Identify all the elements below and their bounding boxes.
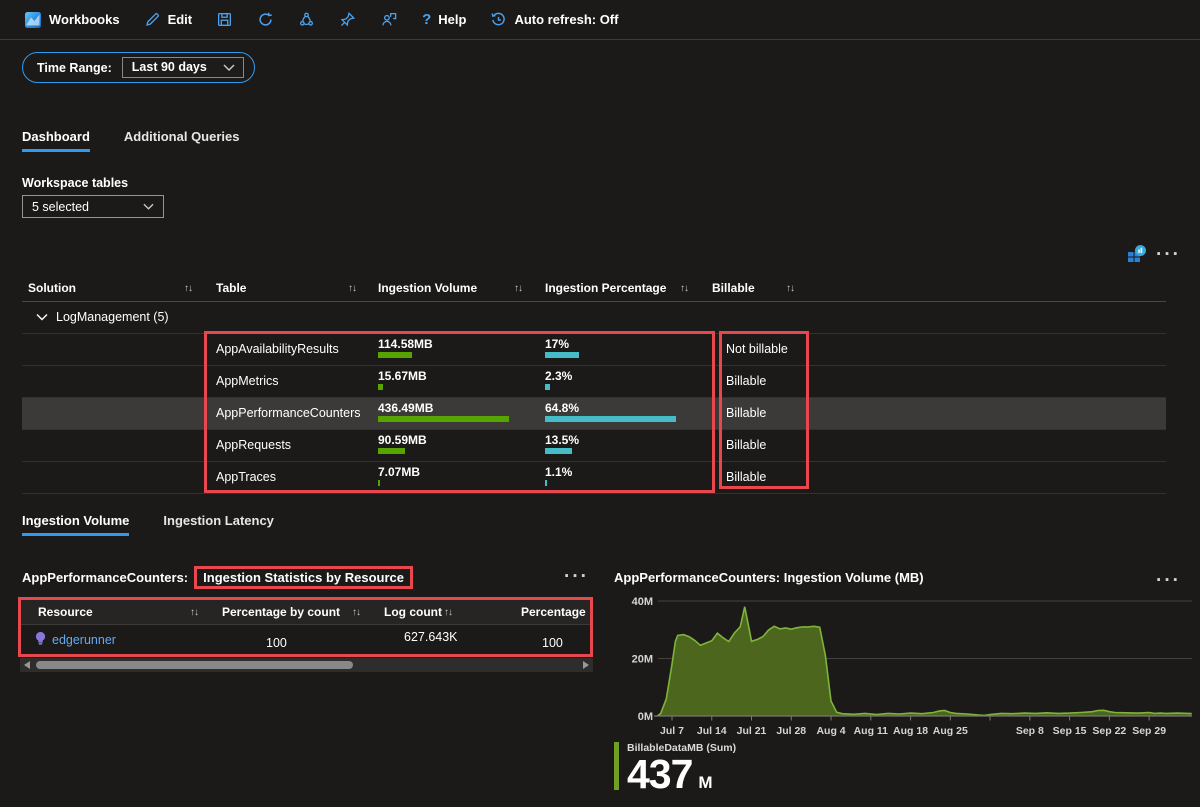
auto-refresh-label: Auto refresh: Off bbox=[514, 12, 618, 27]
column-header-solution[interactable]: Solution bbox=[28, 281, 76, 295]
horizontal-scrollbar[interactable] bbox=[20, 658, 593, 672]
resource-panel-title-prefix: AppPerformanceCounters: bbox=[22, 570, 188, 585]
resource-panel-title-highlighted: Ingestion Statistics by Resource bbox=[194, 566, 413, 589]
svg-text:Sep 29: Sep 29 bbox=[1132, 725, 1166, 737]
group-label: LogManagement (5) bbox=[56, 310, 169, 324]
svg-text:Jul 14: Jul 14 bbox=[697, 725, 727, 737]
person-icon bbox=[380, 11, 398, 28]
grid-menu-ellipsis[interactable]: ··· bbox=[1156, 250, 1181, 260]
svg-text:Sep 22: Sep 22 bbox=[1092, 725, 1126, 737]
svg-text:Aug 25: Aug 25 bbox=[933, 725, 968, 737]
annotation-box-table-columns bbox=[204, 331, 715, 493]
refresh-icon bbox=[257, 11, 274, 28]
group-row-logmanagement[interactable]: LogManagement (5) bbox=[36, 310, 169, 324]
workspace-tables-label: Workspace tables bbox=[22, 176, 128, 190]
scrollbar-thumb[interactable] bbox=[36, 661, 353, 669]
workbooks-gallery-button[interactable]: Workbooks bbox=[24, 11, 120, 29]
workbooks-logo-icon bbox=[24, 11, 42, 29]
chevron-down-icon bbox=[36, 313, 48, 321]
svg-text:Aug 4: Aug 4 bbox=[816, 725, 845, 737]
workbooks-label: Workbooks bbox=[49, 12, 120, 27]
sort-icon[interactable]: ↑↓ bbox=[514, 283, 522, 294]
tab-additional-queries[interactable]: Additional Queries bbox=[124, 129, 240, 152]
svg-text:Jul 28: Jul 28 bbox=[776, 725, 806, 737]
chart-panel-ellipsis[interactable]: ··· bbox=[1156, 576, 1181, 586]
share-nodes-button[interactable] bbox=[298, 11, 315, 28]
feedback-button[interactable] bbox=[380, 11, 398, 28]
svg-text:Jul 21: Jul 21 bbox=[737, 725, 767, 737]
svg-text:Sep 15: Sep 15 bbox=[1053, 725, 1087, 737]
svg-text:Jul 7: Jul 7 bbox=[660, 725, 684, 737]
edit-button[interactable]: Edit bbox=[144, 11, 193, 28]
top-tabs: Dashboard Additional Queries bbox=[22, 129, 239, 152]
header-divider bbox=[22, 301, 1166, 302]
chevron-down-icon bbox=[143, 203, 154, 210]
tab-dashboard[interactable]: Dashboard bbox=[22, 129, 90, 152]
save-icon bbox=[216, 11, 233, 28]
svg-text:40M: 40M bbox=[632, 596, 653, 608]
help-button[interactable]: ? Help bbox=[422, 11, 466, 28]
svg-text:0M: 0M bbox=[638, 711, 653, 723]
legend-total-value: 437 bbox=[627, 755, 692, 794]
pencil-icon bbox=[144, 11, 161, 28]
resource-panel-ellipsis[interactable]: ··· bbox=[564, 572, 589, 582]
pin-icon bbox=[339, 11, 356, 28]
nodes-icon bbox=[298, 11, 315, 28]
chevron-down-icon bbox=[223, 64, 235, 71]
workspace-tables-dropdown[interactable]: 5 selected bbox=[22, 195, 164, 218]
time-range-pill: Time Range: Last 90 days bbox=[22, 52, 255, 83]
chart-legend[interactable]: BillableDataMB (Sum) 437 M bbox=[614, 742, 736, 794]
workspace-tables-value: 5 selected bbox=[32, 200, 89, 214]
tab-ingestion-latency[interactable]: Ingestion Latency bbox=[163, 513, 274, 536]
svg-text:20M: 20M bbox=[632, 654, 653, 666]
svg-text:Aug 18: Aug 18 bbox=[893, 725, 928, 737]
column-header-table[interactable]: Table bbox=[216, 281, 246, 295]
chart-panel-title: AppPerformanceCounters: Ingestion Volume… bbox=[614, 570, 924, 585]
legend-total-unit: M bbox=[698, 773, 712, 793]
time-range-dropdown[interactable]: Last 90 days bbox=[122, 57, 244, 78]
help-label: Help bbox=[438, 12, 466, 27]
toolbar: Workbooks Edit bbox=[0, 0, 1200, 40]
edit-label: Edit bbox=[168, 12, 193, 27]
annotation-box-billable-column bbox=[719, 331, 809, 489]
time-range-value: Last 90 days bbox=[132, 60, 207, 74]
workbook-chart-mini-icon[interactable] bbox=[1126, 244, 1148, 269]
column-header-billable[interactable]: Billable bbox=[712, 281, 755, 295]
auto-refresh-button[interactable]: Auto refresh: Off bbox=[490, 11, 618, 28]
sort-icon[interactable]: ↑↓ bbox=[680, 283, 688, 294]
sort-icon[interactable]: ↑↓ bbox=[348, 283, 356, 294]
scroll-right-arrow-icon[interactable] bbox=[583, 661, 589, 669]
sub-tabs: Ingestion Volume Ingestion Latency bbox=[22, 513, 274, 536]
refresh-button[interactable] bbox=[257, 11, 274, 28]
legend-color-swatch bbox=[614, 742, 619, 790]
annotation-box-resource-table bbox=[18, 597, 593, 657]
tab-ingestion-volume[interactable]: Ingestion Volume bbox=[22, 513, 129, 536]
save-button[interactable] bbox=[216, 11, 233, 28]
sort-icon[interactable]: ↑↓ bbox=[184, 283, 192, 294]
ingestion-volume-area-chart: 0M 20M 40M Jul 7 Jul 14 Jul 21 Jul 28 Aug 4 Aug … bbox=[614, 590, 1194, 740]
svg-text:Sep 8: Sep 8 bbox=[1016, 725, 1044, 737]
scroll-left-arrow-icon[interactable] bbox=[24, 661, 30, 669]
time-range-label: Time Range: bbox=[37, 61, 112, 75]
help-question-icon: ? bbox=[422, 11, 431, 28]
column-header-ingestion-volume[interactable]: Ingestion Volume bbox=[378, 281, 477, 295]
resource-panel-title: AppPerformanceCounters: Ingestion Statist… bbox=[22, 566, 413, 589]
column-header-ingestion-percentage[interactable]: Ingestion Percentage bbox=[545, 281, 666, 295]
svg-text:Aug 11: Aug 11 bbox=[854, 725, 889, 737]
sort-icon[interactable]: ↑↓ bbox=[786, 283, 794, 294]
pin-button[interactable] bbox=[339, 11, 356, 28]
history-clock-icon bbox=[490, 11, 507, 28]
